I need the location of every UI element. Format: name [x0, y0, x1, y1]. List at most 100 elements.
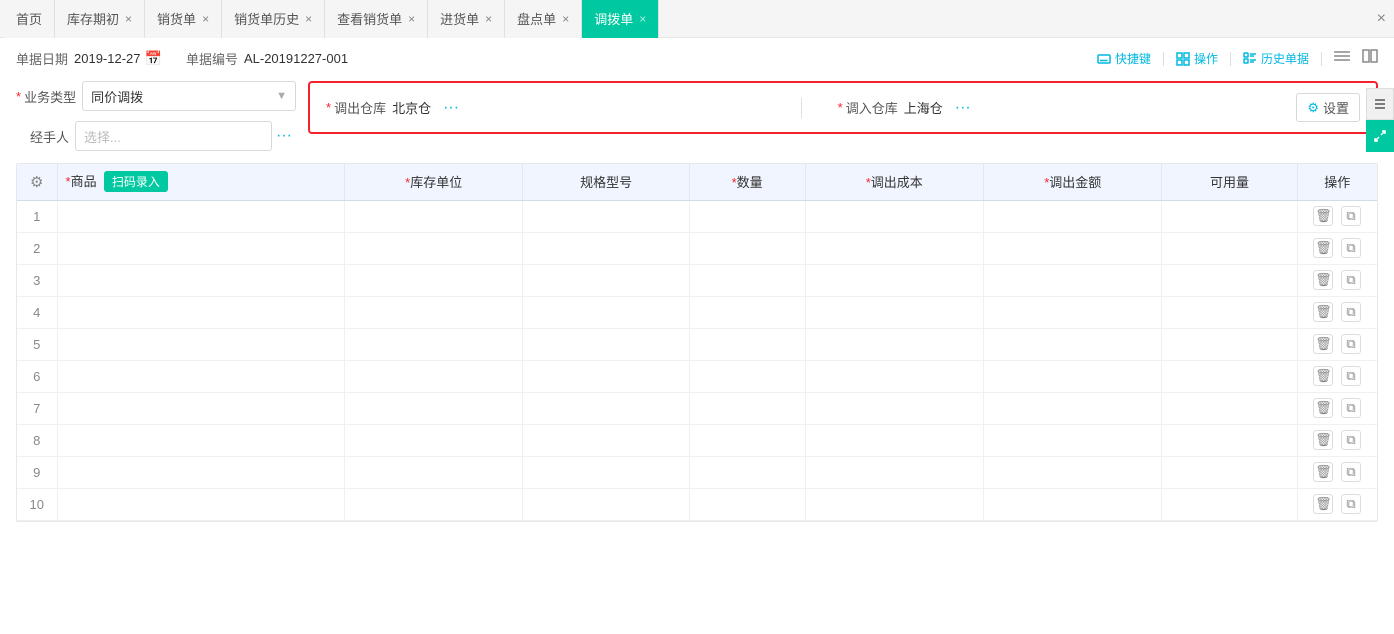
- tab-transfer-order[interactable]: 调拨单 ×: [582, 0, 659, 38]
- copy-row-button[interactable]: ⧉: [1341, 302, 1361, 322]
- copy-row-button[interactable]: ⧉: [1341, 334, 1361, 354]
- delete-row-button[interactable]: 🗑: [1313, 270, 1333, 290]
- cell-amount[interactable]: [984, 296, 1162, 328]
- shortcut-key-button[interactable]: 快捷键: [1097, 50, 1151, 67]
- delete-row-button[interactable]: 🗑: [1313, 302, 1333, 322]
- float-expand-button[interactable]: [1366, 120, 1394, 152]
- delete-row-button[interactable]: 🗑: [1313, 238, 1333, 258]
- delete-row-button[interactable]: 🗑: [1313, 366, 1333, 386]
- tab-purchase-order[interactable]: 进货单 ×: [428, 0, 505, 38]
- copy-row-button[interactable]: ⧉: [1341, 430, 1361, 450]
- delete-row-button[interactable]: 🗑: [1313, 462, 1333, 482]
- copy-row-button[interactable]: ⧉: [1341, 270, 1361, 290]
- delete-row-button[interactable]: 🗑: [1313, 494, 1333, 514]
- cell-cost[interactable]: [805, 200, 983, 232]
- delete-row-button[interactable]: 🗑: [1313, 398, 1333, 418]
- close-tab-purchase-order[interactable]: ×: [485, 12, 492, 26]
- cell-qty[interactable]: [689, 296, 805, 328]
- source-warehouse-more-button[interactable]: ···: [439, 100, 463, 116]
- cell-amount[interactable]: [984, 264, 1162, 296]
- cell-product[interactable]: [57, 456, 344, 488]
- tab-inventory-count[interactable]: 盘点单 ×: [505, 0, 582, 38]
- cell-amount[interactable]: [984, 424, 1162, 456]
- tab-inventory-init[interactable]: 库存期初 ×: [55, 0, 145, 38]
- delete-row-button[interactable]: 🗑: [1313, 334, 1333, 354]
- tab-home[interactable]: 首页: [4, 0, 55, 38]
- calendar-icon[interactable]: 📅: [145, 50, 162, 67]
- column-layout-button[interactable]: [1362, 48, 1378, 69]
- delete-row-button[interactable]: 🗑: [1313, 206, 1333, 226]
- cell-amount[interactable]: [984, 456, 1162, 488]
- cell-cost[interactable]: [805, 392, 983, 424]
- cell-spec: [523, 328, 689, 360]
- close-tab-inventory-count[interactable]: ×: [562, 12, 569, 26]
- handler-more-button[interactable]: ···: [272, 128, 296, 144]
- cell-unit: [344, 296, 522, 328]
- close-tab-sales-history[interactable]: ×: [305, 12, 312, 26]
- close-all-tabs-button[interactable]: ×: [1377, 10, 1386, 28]
- cell-spec: [523, 392, 689, 424]
- row-number: 5: [17, 328, 57, 360]
- cell-amount[interactable]: [984, 360, 1162, 392]
- cell-qty[interactable]: [689, 392, 805, 424]
- cell-qty[interactable]: [689, 264, 805, 296]
- cell-cost[interactable]: [805, 488, 983, 520]
- tab-view-sales[interactable]: 查看销货单 ×: [325, 0, 428, 38]
- cell-qty[interactable]: [689, 328, 805, 360]
- cell-amount[interactable]: [984, 200, 1162, 232]
- cell-ops: 🗑 ⧉: [1297, 456, 1377, 488]
- copy-row-button[interactable]: ⧉: [1341, 494, 1361, 514]
- cell-qty[interactable]: [689, 456, 805, 488]
- cell-product[interactable]: [57, 296, 344, 328]
- close-tab-transfer-order[interactable]: ×: [639, 12, 646, 26]
- cell-qty[interactable]: [689, 488, 805, 520]
- cell-qty[interactable]: [689, 360, 805, 392]
- cell-product[interactable]: [57, 360, 344, 392]
- cell-product[interactable]: [57, 424, 344, 456]
- float-list-button[interactable]: [1366, 88, 1394, 120]
- cell-product[interactable]: [57, 392, 344, 424]
- operations-button[interactable]: 操作: [1176, 50, 1218, 67]
- copy-row-button[interactable]: ⧉: [1341, 398, 1361, 418]
- cell-ops: 🗑 ⧉: [1297, 392, 1377, 424]
- cell-qty[interactable]: [689, 424, 805, 456]
- cell-unit: [344, 200, 522, 232]
- layout-toggle-button[interactable]: [1334, 48, 1350, 69]
- close-tab-view-sales[interactable]: ×: [408, 12, 415, 26]
- cell-cost[interactable]: [805, 424, 983, 456]
- delete-row-button[interactable]: 🗑: [1313, 430, 1333, 450]
- cell-product[interactable]: [57, 200, 344, 232]
- cell-qty[interactable]: [689, 200, 805, 232]
- copy-row-button[interactable]: ⧉: [1341, 238, 1361, 258]
- business-type-input[interactable]: 同价调拨 ▼: [82, 81, 296, 111]
- handler-input[interactable]: 选择...: [75, 121, 272, 151]
- cell-amount[interactable]: [984, 232, 1162, 264]
- close-tab-sales-order[interactable]: ×: [202, 12, 209, 26]
- tab-sales-order[interactable]: 销货单 ×: [145, 0, 222, 38]
- cell-product[interactable]: [57, 488, 344, 520]
- cell-cost[interactable]: [805, 328, 983, 360]
- cell-product[interactable]: [57, 264, 344, 296]
- copy-row-button[interactable]: ⧉: [1341, 206, 1361, 226]
- cell-product[interactable]: [57, 232, 344, 264]
- cell-cost[interactable]: [805, 232, 983, 264]
- cell-cost[interactable]: [805, 264, 983, 296]
- copy-row-button[interactable]: ⧉: [1341, 462, 1361, 482]
- toolbar-divider-1: [1163, 52, 1164, 66]
- scan-input-button[interactable]: 扫码录入: [104, 171, 168, 192]
- cell-cost[interactable]: [805, 456, 983, 488]
- table-gear-icon[interactable]: ⚙: [30, 173, 43, 191]
- cell-amount[interactable]: [984, 392, 1162, 424]
- history-button[interactable]: 历史单据: [1243, 50, 1309, 67]
- cell-amount[interactable]: [984, 328, 1162, 360]
- cell-amount[interactable]: [984, 488, 1162, 520]
- cell-qty[interactable]: [689, 232, 805, 264]
- cell-cost[interactable]: [805, 296, 983, 328]
- copy-row-button[interactable]: ⧉: [1341, 366, 1361, 386]
- cell-cost[interactable]: [805, 360, 983, 392]
- close-tab-inventory-init[interactable]: ×: [125, 12, 132, 26]
- cell-product[interactable]: [57, 328, 344, 360]
- settings-button[interactable]: ⚙ 设置: [1296, 93, 1360, 122]
- tab-sales-history[interactable]: 销货单历史 ×: [222, 0, 325, 38]
- target-warehouse-more-button[interactable]: ···: [951, 100, 975, 116]
